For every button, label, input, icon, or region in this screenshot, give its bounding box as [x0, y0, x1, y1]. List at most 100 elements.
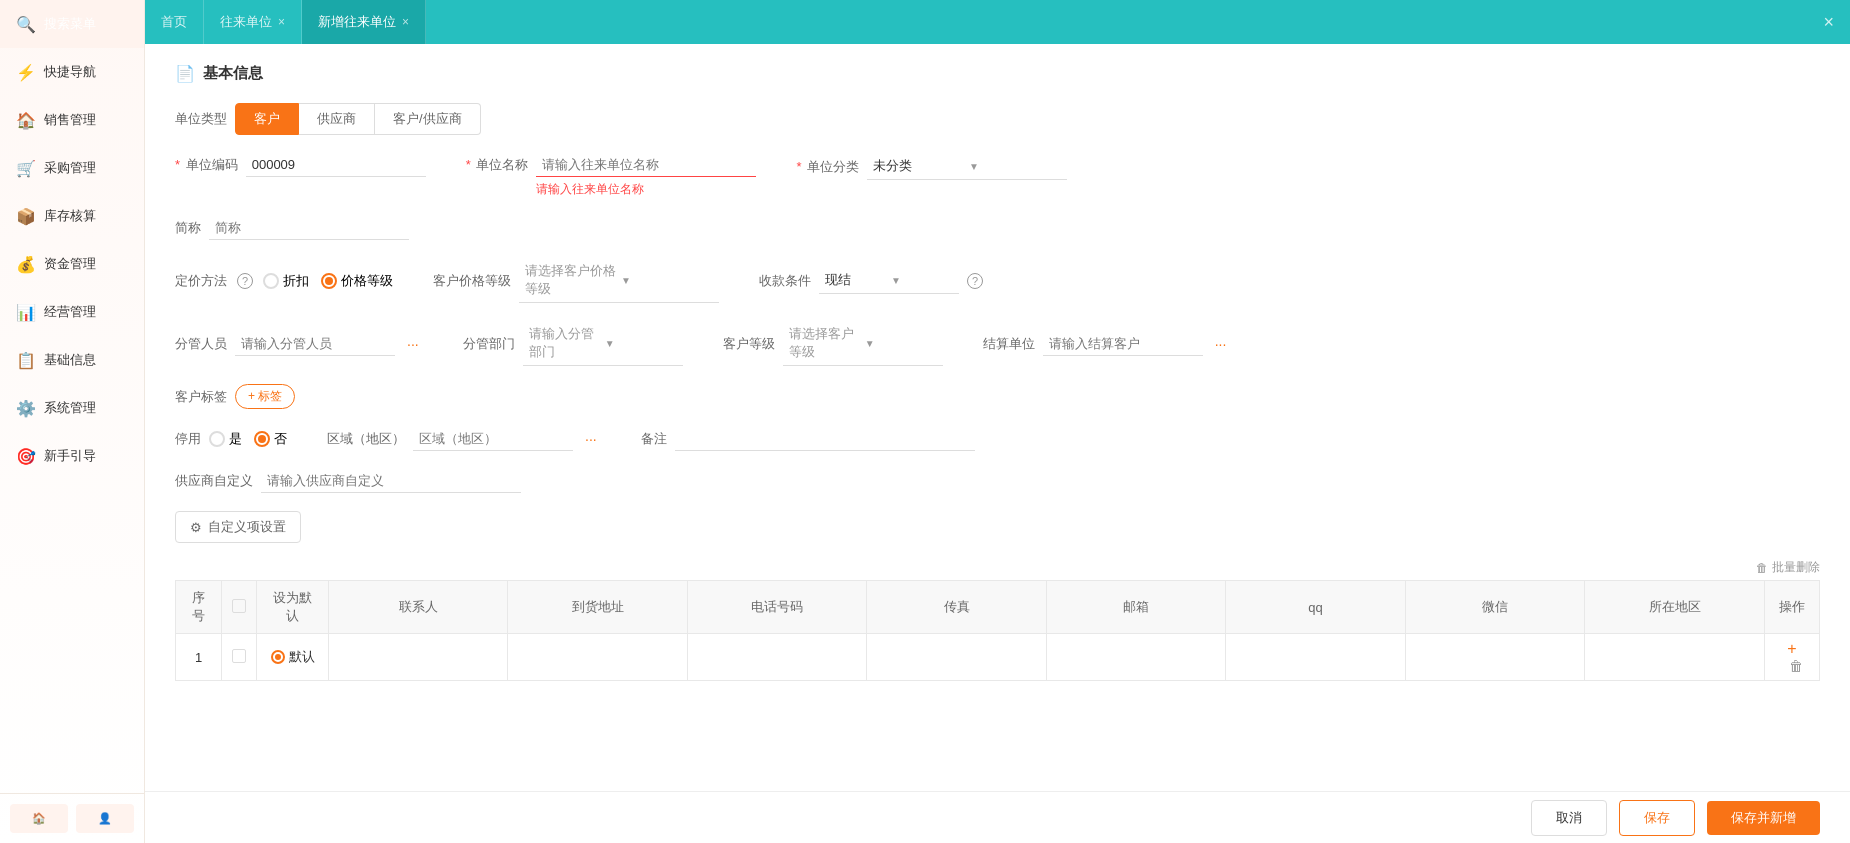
type-btn-customer[interactable]: 客户	[235, 103, 299, 135]
th-phone: 电话号码	[687, 581, 866, 634]
select-all-checkbox[interactable]	[232, 599, 246, 613]
tab-contacts-label: 往来单位	[220, 13, 272, 31]
tags-label: 客户标签	[175, 388, 227, 406]
fax-input[interactable]	[877, 650, 1035, 665]
customer-level-arrow-icon: ▼	[865, 338, 937, 349]
area-more-icon[interactable]: ···	[581, 431, 601, 447]
th-contact: 联系人	[328, 581, 507, 634]
row-checkbox[interactable]	[232, 649, 246, 663]
add-row-button[interactable]: +	[1787, 640, 1796, 657]
radio-disable-yes[interactable]: 是	[209, 430, 242, 448]
td-phone[interactable]	[687, 634, 866, 681]
td-actions: + 🗑	[1764, 634, 1819, 681]
region-input[interactable]	[1595, 650, 1753, 665]
pricing-help-icon[interactable]: ?	[237, 273, 253, 289]
type-btn-both[interactable]: 客户/供应商	[375, 103, 481, 135]
default-radio[interactable]	[271, 650, 285, 664]
remark-input[interactable]	[675, 427, 975, 451]
customer-level-label: 客户等级	[723, 335, 775, 353]
custom-settings-button[interactable]: ⚙ 自定义项设置	[175, 511, 301, 543]
tab-new-contact[interactable]: 新增往来单位 ×	[302, 0, 426, 44]
settlement-input[interactable]	[1043, 332, 1203, 356]
th-checkbox	[222, 581, 257, 634]
manager-more-icon[interactable]: ···	[403, 336, 423, 352]
customer-price-arrow-icon: ▼	[621, 275, 713, 286]
code-label: * 单位编码	[175, 156, 238, 174]
add-tag-button[interactable]: + 标签	[235, 384, 295, 409]
settlement-more-icon[interactable]: ···	[1211, 336, 1231, 352]
sidebar-item-operation[interactable]: 📊 经营管理	[0, 288, 144, 336]
name-input[interactable]	[536, 153, 756, 177]
td-qq[interactable]	[1226, 634, 1406, 681]
supplier-custom-row: 供应商自定义	[175, 469, 1820, 493]
name-field: * 单位名称 请输入往来单位名称	[466, 153, 757, 198]
batch-delete-label[interactable]: 批量删除	[1772, 559, 1820, 576]
customer-price-placeholder: 请选择客户价格等级	[525, 262, 617, 298]
contact-input[interactable]	[339, 650, 497, 665]
section-title: 基本信息	[203, 64, 263, 83]
manager-input[interactable]	[235, 332, 395, 356]
contacts-table: 序号 设为默认 联系人 到货地址 电话号码 传真 邮箱 qq 微信 所在地区 操…	[175, 580, 1820, 681]
sidebar-item-finance[interactable]: 💰 资金管理	[0, 240, 144, 288]
sidebar-item-basic[interactable]: 📋 基础信息	[0, 336, 144, 384]
area-input[interactable]	[413, 427, 573, 451]
td-fax[interactable]	[867, 634, 1046, 681]
batch-delete-area: 🗑 批量删除	[175, 559, 1820, 576]
qq-input[interactable]	[1236, 650, 1395, 665]
tab-home[interactable]: 首页	[145, 0, 204, 44]
sidebar-item-label: 库存核算	[44, 207, 96, 225]
customer-price-select[interactable]: 请选择客户价格等级 ▼	[519, 258, 719, 303]
payment-help-icon[interactable]: ?	[967, 273, 983, 289]
save-button[interactable]: 保存	[1619, 800, 1695, 836]
chevron-down-icon: ▼	[969, 161, 1061, 172]
email-input[interactable]	[1057, 650, 1215, 665]
customer-level-select[interactable]: 请选择客户等级 ▼	[783, 321, 943, 366]
radio-disable-no[interactable]: 否	[254, 430, 287, 448]
sidebar-item-search[interactable]: 🔍 搜索菜单	[0, 0, 144, 48]
radio-inner-price-level	[325, 277, 333, 285]
td-region[interactable]	[1585, 634, 1764, 681]
sidebar-user-btn[interactable]: 👤	[76, 804, 134, 833]
short-input[interactable]	[209, 216, 409, 240]
sidebar-item-purchase[interactable]: 🛒 采购管理	[0, 144, 144, 192]
supplier-custom-input[interactable]	[261, 469, 521, 493]
dept-label: 分管部门	[463, 335, 515, 353]
cancel-button[interactable]: 取消	[1531, 800, 1607, 836]
code-input[interactable]	[246, 153, 426, 177]
td-email[interactable]	[1046, 634, 1225, 681]
radio-label-no: 否	[274, 430, 287, 448]
phone-input[interactable]	[698, 650, 856, 665]
tab-contacts[interactable]: 往来单位 ×	[204, 0, 302, 44]
address-input[interactable]	[518, 650, 676, 665]
sidebar-item-guide[interactable]: 🎯 新手引导	[0, 432, 144, 480]
dept-select[interactable]: 请输入分管部门 ▼	[523, 321, 683, 366]
radio-price-level[interactable]: 价格等级	[321, 272, 393, 290]
delete-row-button[interactable]: 🗑	[1789, 658, 1803, 674]
radio-discount[interactable]: 折扣	[263, 272, 309, 290]
category-select[interactable]: 未分类 ▼	[867, 153, 1067, 180]
sidebar-item-sales[interactable]: 🏠 销售管理	[0, 96, 144, 144]
sidebar-home-btn[interactable]: 🏠	[10, 804, 68, 833]
box-icon: 📦	[16, 206, 36, 226]
close-contacts-tab-icon[interactable]: ×	[278, 15, 285, 29]
sidebar-item-quicknav[interactable]: ⚡ 快捷导航	[0, 48, 144, 96]
tags-row: 客户标签 + 标签	[175, 384, 1820, 409]
cart-icon: 🛒	[16, 158, 36, 178]
type-btn-supplier[interactable]: 供应商	[299, 103, 375, 135]
td-address[interactable]	[508, 634, 687, 681]
sidebar-item-inventory[interactable]: 📦 库存核算	[0, 192, 144, 240]
td-wechat[interactable]	[1405, 634, 1584, 681]
area-field: 区域（地区） ···	[327, 427, 601, 451]
payment-select[interactable]: 现结 ▼	[819, 267, 959, 294]
remark-field: 备注	[641, 427, 975, 451]
th-wechat: 微信	[1405, 581, 1584, 634]
close-new-contact-tab-icon[interactable]: ×	[402, 15, 409, 29]
disable-field: 停用 是 否	[175, 430, 287, 448]
save-and-new-button[interactable]: 保存并新增	[1707, 801, 1820, 835]
pricing-label: 定价方法	[175, 272, 227, 290]
td-contact[interactable]	[328, 634, 507, 681]
unit-type-field: 单位类型 客户 供应商 客户/供应商	[175, 103, 481, 135]
sidebar-item-system[interactable]: ⚙️ 系统管理	[0, 384, 144, 432]
close-window-button[interactable]: ×	[1807, 12, 1850, 33]
wechat-input[interactable]	[1416, 650, 1574, 665]
